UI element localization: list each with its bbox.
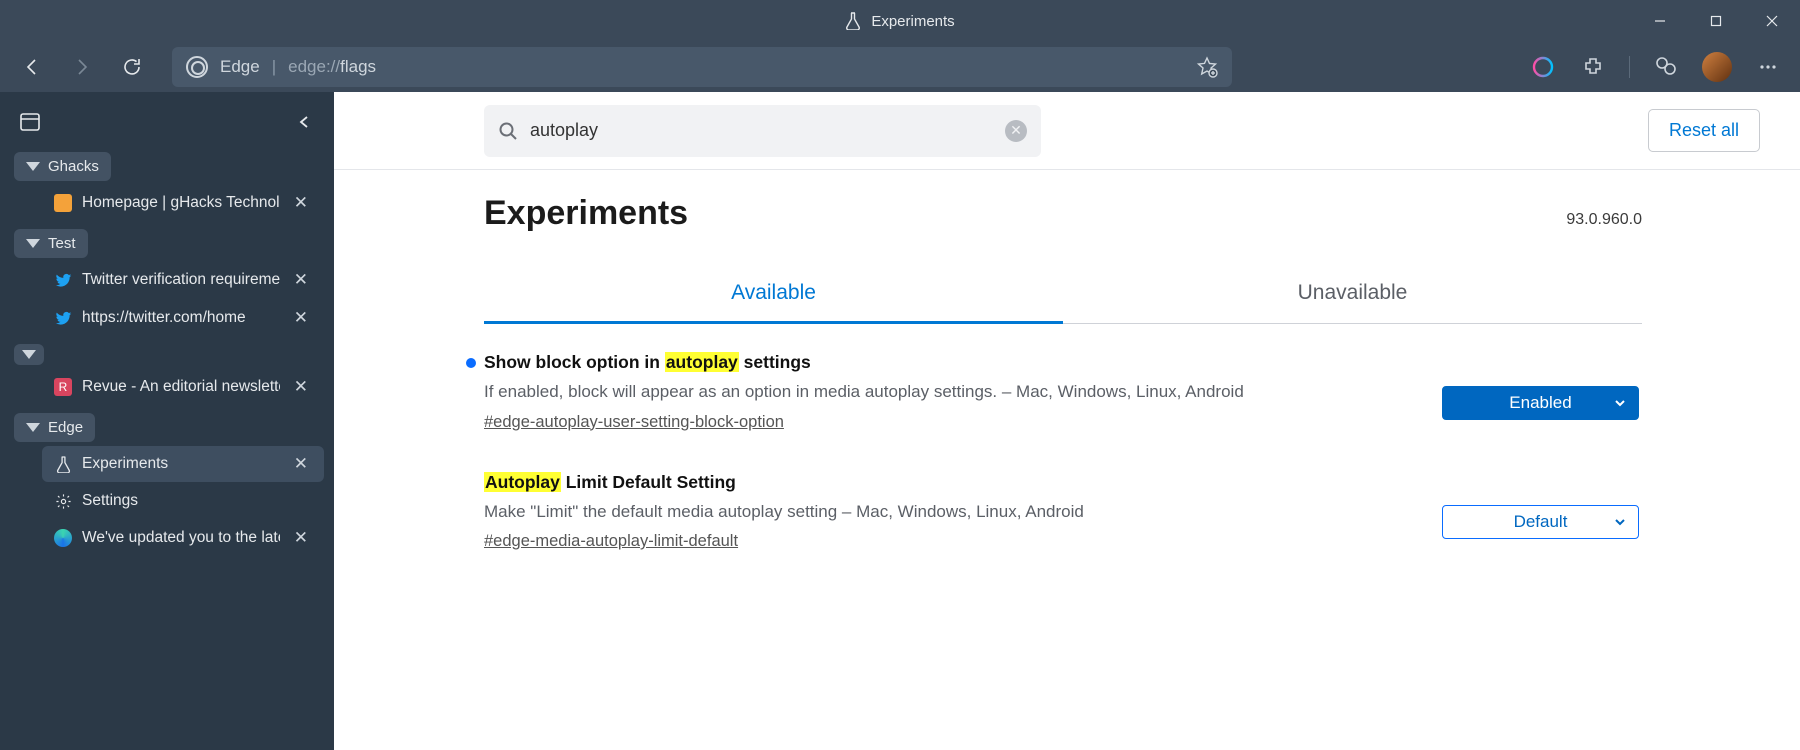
addr-url-scheme: edge:// [288, 57, 340, 76]
search-icon [498, 121, 518, 141]
flag-tabs: Available Unavailable [484, 267, 1642, 324]
flag-select[interactable]: Default [1442, 505, 1639, 539]
tab-label: Settings [82, 492, 312, 510]
version-label: 93.0.960.0 [1566, 211, 1642, 229]
flag-anchor[interactable]: #edge-autoplay-user-setting-block-option [484, 413, 784, 432]
tab-group[interactable]: Test [14, 229, 88, 258]
flag-select-value: Enabled [1509, 393, 1571, 413]
extensions-icon[interactable] [1579, 53, 1607, 81]
tab-label: https://twitter.com/home [82, 309, 280, 327]
tab-label: We've updated you to the latest [82, 529, 280, 547]
profile-avatar[interactable] [1702, 52, 1732, 82]
browser-toolbar: Edge | edge://flags [0, 42, 1800, 92]
address-bar[interactable]: Edge | edge://flags [172, 47, 1232, 87]
flag-row: Show block option in autoplay settings If… [484, 324, 1642, 444]
tab-group[interactable]: Ghacks [14, 152, 111, 181]
tabs-panel-icon[interactable] [14, 106, 46, 138]
addr-url-path: flags [340, 57, 376, 76]
sidebar-tab[interactable]: We've updated you to the latest ✕ [42, 520, 324, 556]
maximize-button[interactable] [1688, 0, 1744, 42]
tab-group[interactable]: Edge [14, 413, 95, 442]
addr-edge-label: Edge [220, 57, 260, 77]
tab-available[interactable]: Available [484, 267, 1063, 323]
performance-icon[interactable] [1652, 53, 1680, 81]
toolbar-separator [1629, 56, 1630, 78]
minimize-button[interactable] [1632, 0, 1688, 42]
sidebar-tab[interactable]: Twitter verification requirements ✕ [42, 262, 324, 298]
close-tab-button[interactable]: ✕ [290, 193, 312, 213]
chevron-down-icon [26, 162, 40, 171]
close-tab-button[interactable]: ✕ [290, 308, 312, 328]
tab-label: Twitter verification requirements [82, 271, 280, 289]
flag-select-value: Default [1514, 512, 1568, 532]
sidebar-tab[interactable]: RRevue - An editorial newsletter✕ [42, 369, 324, 405]
close-tab-button[interactable]: ✕ [290, 528, 312, 548]
flag-anchor[interactable]: #edge-media-autoplay-limit-default [484, 532, 738, 551]
reset-all-button[interactable]: Reset all [1648, 109, 1760, 152]
edge-logo-icon [186, 56, 208, 78]
group-label: Test [48, 235, 76, 252]
page-content: ✕ Reset all Experiments 93.0.960.0 Avail… [334, 92, 1800, 750]
group-label: Edge [48, 419, 83, 436]
collapse-sidebar-button[interactable] [288, 106, 320, 138]
vertical-tabs-sidebar: Ghacks Homepage | gHacks Technology News ✕… [0, 92, 334, 750]
refresh-button[interactable] [112, 47, 152, 87]
search-input[interactable] [530, 120, 993, 141]
flag-title: Autoplay Limit Default Setting [484, 472, 1412, 493]
extension-icon-1[interactable] [1529, 53, 1557, 81]
chevron-down-icon [26, 423, 40, 432]
close-tab-button[interactable]: ✕ [290, 454, 312, 474]
flag-title: Show block option in autoplay settings [484, 352, 1412, 373]
favorite-icon[interactable] [1196, 56, 1218, 78]
flag-select[interactable]: Enabled [1442, 386, 1639, 420]
sidebar-tab[interactable]: https://twitter.com/home ✕ [42, 300, 324, 336]
window-title: Experiments [871, 13, 954, 30]
forward-button[interactable] [62, 47, 102, 87]
chevron-down-icon [1614, 397, 1626, 409]
flag-description: Make "Limit" the default media autoplay … [484, 499, 1412, 525]
chevron-down-icon [22, 350, 36, 359]
group-label: Ghacks [48, 158, 99, 175]
close-tab-button[interactable]: ✕ [290, 270, 312, 290]
modified-dot-icon [466, 358, 476, 368]
tab-unavailable[interactable]: Unavailable [1063, 267, 1642, 323]
tab-label: Revue - An editorial newsletter [82, 378, 280, 396]
close-tab-button[interactable]: ✕ [290, 377, 312, 397]
sidebar-tab[interactable]: Homepage | gHacks Technology News ✕ [42, 185, 324, 221]
close-button[interactable] [1744, 0, 1800, 42]
chevron-down-icon [26, 239, 40, 248]
clear-search-button[interactable]: ✕ [1005, 120, 1027, 142]
page-title: Experiments [484, 194, 688, 233]
back-button[interactable] [12, 47, 52, 87]
flask-icon [845, 12, 861, 30]
tab-label: Experiments [82, 455, 280, 473]
addr-separator: | [272, 57, 276, 77]
tab-label: Homepage | gHacks Technology News [82, 194, 280, 212]
sidebar-tab[interactable]: Settings [42, 484, 324, 518]
window-titlebar: Experiments [0, 0, 1800, 42]
sidebar-tab[interactable]: Experiments ✕ [42, 446, 324, 482]
tab-group[interactable] [14, 344, 44, 365]
more-icon[interactable] [1754, 53, 1782, 81]
search-box[interactable]: ✕ [484, 105, 1041, 157]
flag-description: If enabled, block will appear as an opti… [484, 379, 1412, 405]
chevron-down-icon [1614, 516, 1626, 528]
flag-row: Autoplay Limit Default Setting Make "Limi… [484, 444, 1642, 564]
